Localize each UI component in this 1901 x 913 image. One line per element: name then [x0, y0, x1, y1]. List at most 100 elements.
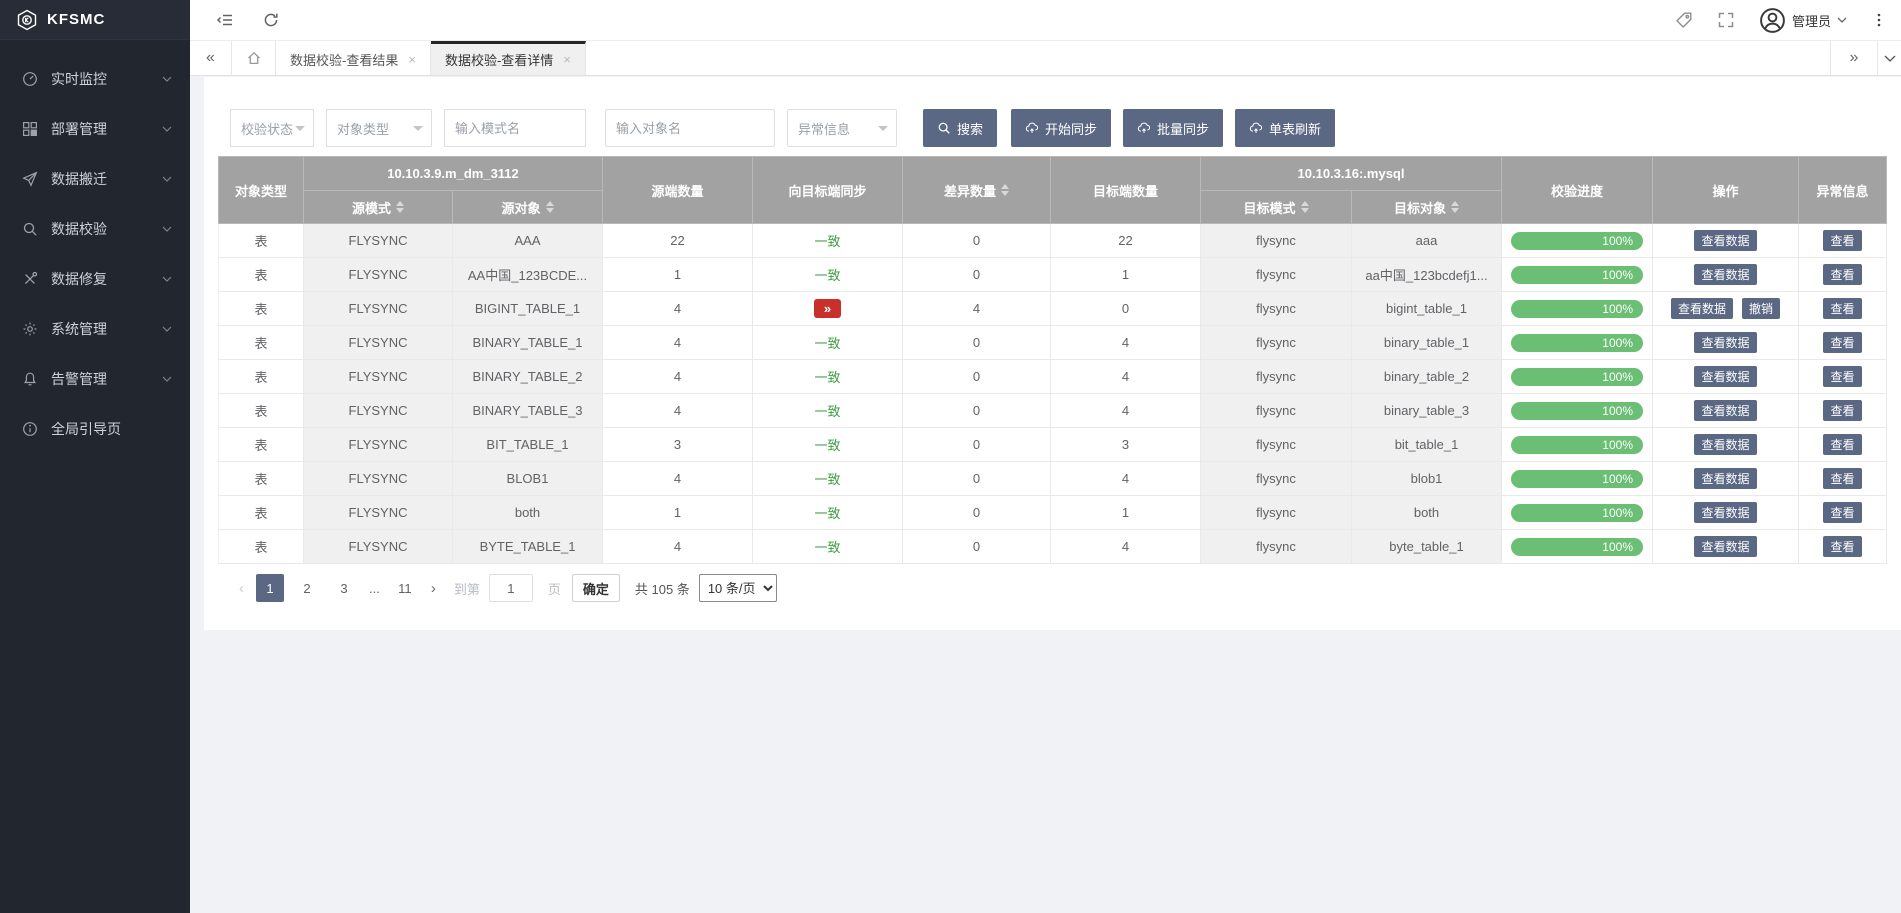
- page-number-2[interactable]: 2: [293, 574, 321, 602]
- jump-page-input[interactable]: [488, 574, 533, 602]
- more-options-icon[interactable]: [1871, 12, 1887, 28]
- chevron-down-icon: [162, 226, 172, 232]
- exception-info-placeholder: 异常信息: [798, 121, 851, 137]
- action-buttons: 查看数据: [1694, 332, 1757, 353]
- tabs-scroll-right-icon[interactable]: »: [1830, 41, 1877, 75]
- fullscreen-icon[interactable]: [1717, 11, 1735, 29]
- page-prev-icon[interactable]: ‹: [236, 580, 247, 597]
- tabs-menu-icon[interactable]: [1877, 41, 1901, 75]
- view-data-button[interactable]: 查看数据: [1694, 400, 1757, 421]
- column-header-diff-count[interactable]: 差异数量: [902, 156, 1051, 224]
- cell-source-object: AA中国_123BCDE...: [452, 257, 603, 292]
- tabs-scroll-left-icon[interactable]: «: [190, 41, 232, 75]
- page-size-select[interactable]: 10 条/页: [698, 574, 777, 602]
- view-exception-button[interactable]: 查看: [1823, 264, 1862, 285]
- sidebar-item-label: 数据搬迁: [51, 171, 107, 187]
- tab-close-icon[interactable]: ×: [408, 52, 416, 67]
- object-name-input[interactable]: [605, 109, 775, 147]
- sidebar-item-guide[interactable]: 全局引导页: [0, 404, 190, 454]
- view-data-button[interactable]: 查看数据: [1694, 366, 1757, 387]
- tab-close-icon[interactable]: ×: [563, 52, 571, 67]
- column-header-sync-to-target: 向目标端同步: [752, 156, 903, 224]
- view-data-button[interactable]: 查看数据: [1694, 468, 1757, 489]
- single-table-refresh-button[interactable]: 单表刷新: [1235, 109, 1336, 147]
- sidebar-item-verify[interactable]: 数据校验: [0, 204, 190, 254]
- view-exception-button[interactable]: 查看: [1823, 502, 1862, 523]
- object-type-select[interactable]: 对象类型: [326, 109, 432, 147]
- start-sync-button[interactable]: 开始同步: [1011, 109, 1112, 147]
- view-exception-button[interactable]: 查看: [1823, 332, 1862, 353]
- search-button[interactable]: 搜索: [923, 109, 998, 147]
- brand-logo-icon: [16, 9, 38, 31]
- cell-object-type: 表: [218, 223, 304, 258]
- view-data-button[interactable]: 查看数据: [1694, 502, 1757, 523]
- view-data-button[interactable]: 查看数据: [1694, 536, 1757, 557]
- column-header-target-schema[interactable]: 目标模式: [1200, 190, 1352, 224]
- cell-progress: 100%: [1501, 257, 1653, 292]
- column-header-source-schema[interactable]: 源模式: [303, 190, 453, 224]
- cell-exception: 查看: [1798, 427, 1887, 462]
- page-next-icon[interactable]: ›: [428, 580, 439, 597]
- sidebar-item-alert[interactable]: 告警管理: [0, 354, 190, 404]
- results-table-body: 表 FLYSYNC AAA 22 一致 0 22 flysync aaa 100% 查看数据 查看表 F…: [218, 223, 1887, 564]
- view-exception-button[interactable]: 查看: [1823, 536, 1862, 557]
- column-header-source-count: 源端数量: [602, 156, 753, 224]
- view-exception-button[interactable]: 查看: [1823, 468, 1862, 489]
- verify-status-select[interactable]: 校验状态: [230, 109, 314, 147]
- sidebar-item-monitor[interactable]: 实时监控: [0, 54, 190, 104]
- tag-icon[interactable]: [1675, 11, 1693, 29]
- sort-icon[interactable]: [1300, 201, 1309, 213]
- jump-confirm-button[interactable]: 确定: [571, 574, 620, 602]
- sort-icon[interactable]: [1001, 184, 1009, 196]
- tab[interactable]: 数据校验-查看结果 ×: [276, 41, 431, 75]
- sort-icon[interactable]: [396, 201, 404, 213]
- verify-icon: [22, 221, 38, 237]
- sidebar-item-migrate[interactable]: 数据搬迁: [0, 154, 190, 204]
- cell-operation: 查看数据: [1652, 495, 1799, 530]
- cell-progress: 100%: [1501, 427, 1653, 462]
- view-data-button[interactable]: 查看数据: [1670, 298, 1733, 319]
- progress-bar: 100%: [1511, 537, 1643, 556]
- view-data-button[interactable]: 查看数据: [1694, 264, 1757, 285]
- sort-icon[interactable]: [1451, 201, 1459, 213]
- page-number-11[interactable]: 11: [391, 574, 419, 602]
- page-number-3[interactable]: 3: [330, 574, 358, 602]
- view-data-button[interactable]: 查看数据: [1694, 434, 1757, 455]
- view-data-button[interactable]: 查看数据: [1694, 230, 1757, 251]
- action-buttons: 查看数据: [1694, 264, 1757, 285]
- cell-target-schema: flysync: [1200, 529, 1352, 564]
- progress-bar: 100%: [1511, 401, 1643, 420]
- schema-name-input[interactable]: [444, 109, 586, 147]
- cell-source-count: 4: [602, 291, 753, 326]
- column-header-source-object[interactable]: 源对象: [452, 190, 603, 224]
- admin-menu[interactable]: 管理员: [1759, 7, 1847, 34]
- tab-active[interactable]: 数据校验-查看详情 ×: [430, 41, 586, 75]
- view-exception-button[interactable]: 查看: [1823, 434, 1862, 455]
- batch-sync-button[interactable]: 批量同步: [1123, 109, 1224, 147]
- cell-operation: 查看数据 撤销: [1652, 291, 1799, 326]
- sidebar-item-system[interactable]: 系统管理: [0, 304, 190, 354]
- sort-icon[interactable]: [545, 201, 554, 213]
- view-exception-button[interactable]: 查看: [1823, 298, 1862, 319]
- page-number-1[interactable]: 1: [256, 574, 284, 602]
- cell-source-object: BLOB1: [452, 461, 603, 496]
- cell-target-object: both: [1351, 495, 1502, 530]
- view-data-button[interactable]: 查看数据: [1694, 332, 1757, 353]
- view-exception-button[interactable]: 查看: [1823, 230, 1862, 251]
- forward-sync-badge[interactable]: »: [814, 299, 841, 318]
- cell-source-object: BIT_TABLE_1: [452, 427, 603, 462]
- object-type-placeholder: 对象类型: [337, 121, 390, 137]
- cloud-upload-icon: [1137, 122, 1151, 133]
- cell-target-count: 0: [1050, 291, 1201, 326]
- exception-info-select[interactable]: 异常信息: [787, 109, 897, 147]
- sidebar-item-repair[interactable]: 数据修复: [0, 254, 190, 304]
- sidebar-item-deploy[interactable]: 部署管理: [0, 104, 190, 154]
- view-exception-button[interactable]: 查看: [1823, 366, 1862, 387]
- refresh-icon[interactable]: [262, 11, 280, 29]
- view-exception-button[interactable]: 查看: [1823, 400, 1862, 421]
- cell-progress: 100%: [1501, 529, 1653, 564]
- sidebar-collapse-icon[interactable]: [216, 11, 234, 29]
- column-header-target-object[interactable]: 目标对象: [1351, 190, 1502, 224]
- home-tab[interactable]: [232, 41, 276, 75]
- revoke-button[interactable]: 撤销: [1742, 298, 1781, 319]
